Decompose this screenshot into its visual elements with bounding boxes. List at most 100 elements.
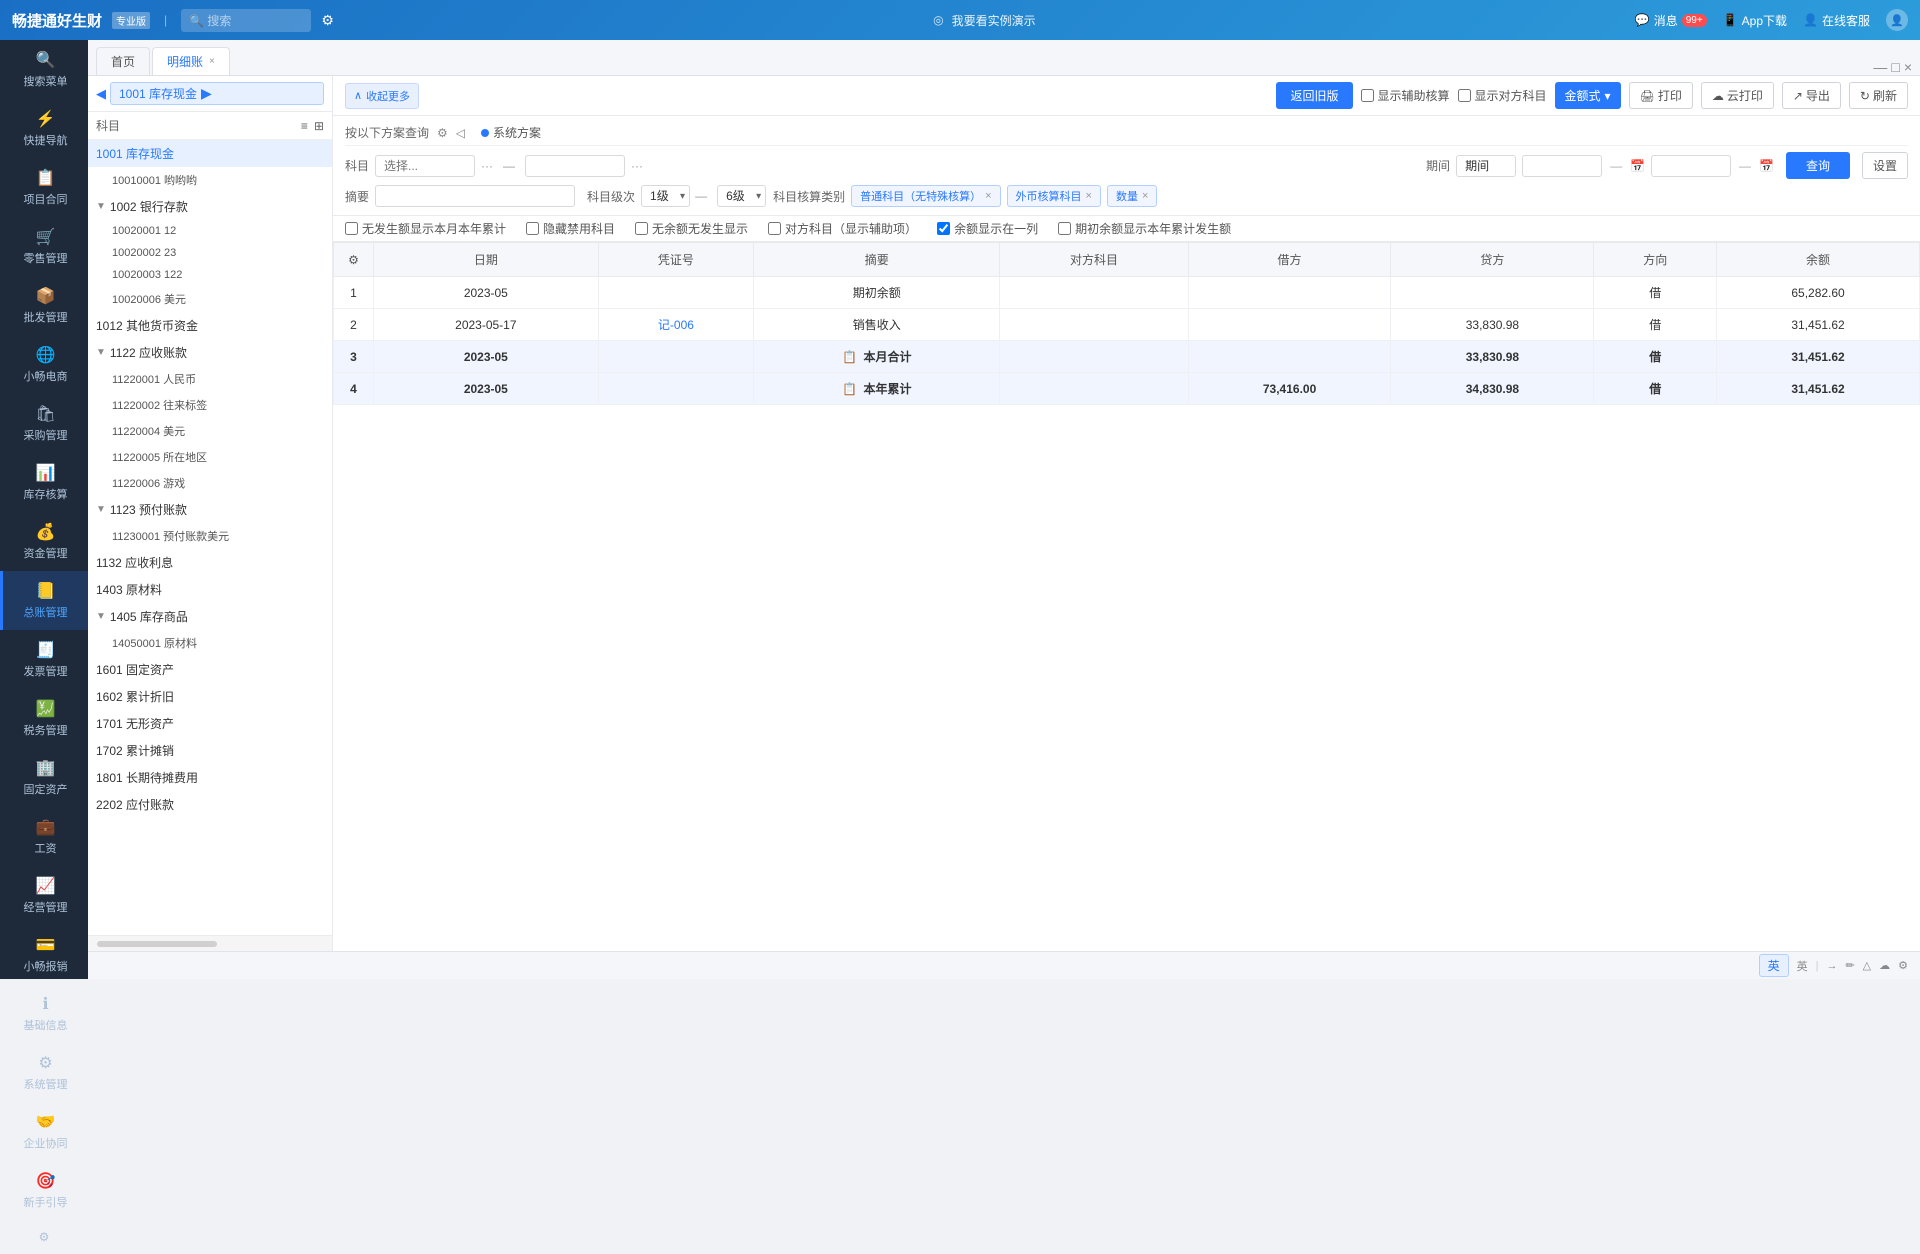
account-filter-input[interactable] [375,155,475,177]
cb-contra-input[interactable] [768,222,781,235]
filter-tag-normal-close[interactable]: × [985,190,991,202]
tree-node-1123[interactable]: ▼ 1123 预付账款 [88,496,332,523]
account-filter-more-icon[interactable]: ··· [481,159,493,173]
filter-tag-quantity-close[interactable]: × [1142,190,1148,202]
cb-balance-one-line-input[interactable] [937,222,950,235]
cb-contra[interactable]: 对方科目（显示辅助项） [768,220,917,237]
tree-node-10020006[interactable]: 10020006 美元 [88,286,332,312]
print-button[interactable]: 🖨 打印 [1629,82,1693,109]
expand-more-button[interactable]: ∧ 收起更多 [345,83,419,109]
tree-expand-icon[interactable]: ⊞ [314,119,324,133]
arrow-icon[interactable]: → [1826,960,1837,972]
tab-close-icon[interactable]: × [209,56,215,67]
settings-button[interactable]: 设置 [1862,152,1908,179]
sidebar-item-assets[interactable]: 🏢 固定资产 [0,748,88,807]
export-button[interactable]: ↗ 导出 [1782,82,1841,109]
sidebar-item-system[interactable]: ⚙ 系统管理 [0,1043,88,1102]
voucher-link-2[interactable]: 记-006 [658,318,694,332]
cloud-print-button[interactable]: ☁ 云打印 [1701,82,1774,109]
close-window-icon[interactable]: × [1904,59,1912,75]
tree-node-11220004[interactable]: 11220004 美元 [88,418,332,444]
tree-node-1403[interactable]: 1403 原材料 [88,576,332,603]
return-old-version-button[interactable]: 返回旧版 [1276,82,1352,109]
tree-node-11220001[interactable]: 11220001 人民币 [88,366,332,392]
cloud-icon[interactable]: ☁ [1879,959,1890,972]
query-collapse-icon[interactable]: ◁ [456,126,465,140]
sidebar-item-marketing[interactable]: 💳 小畅报销 [0,925,88,984]
cloud-sync-icon[interactable]: △ [1863,959,1871,972]
sidebar-item-operations[interactable]: 📈 经营管理 [0,866,88,925]
tree-node-1702[interactable]: 1702 累计摊销 [88,737,332,764]
filter-tag-foreign-close[interactable]: × [1086,190,1092,202]
cb-balance-one-line[interactable]: 余额显示在一列 [937,220,1038,237]
tree-node-1122[interactable]: ▼ 1122 应收账款 [88,339,332,366]
demo-link[interactable]: 我要看实例演示 [952,12,1036,29]
level-to-select[interactable]: 6级 [717,185,766,207]
sidebar-item-purchase[interactable]: 🛍 采购管理 [0,394,88,453]
tab-home[interactable]: 首页 [96,47,150,75]
table-settings-icon[interactable]: ⚙ [348,253,359,267]
sidebar-item-cooperation[interactable]: 🤝 企业协同 [0,1102,88,1161]
messages-button[interactable]: 💬 消息 99+ [1635,12,1707,29]
sidebar-item-invoice[interactable]: 🧾 发票管理 [0,630,88,689]
system-plan-label[interactable]: 系统方案 [493,124,541,141]
cb-no-balance-input[interactable] [635,222,648,235]
col-gear[interactable]: ⚙ [334,243,374,277]
translate-icon[interactable]: 英 [1759,954,1789,977]
sidebar-item-project[interactable]: 📋 项目合同 [0,158,88,217]
cell-voucher-2[interactable]: 记-006 [598,309,754,341]
tree-node-11220006[interactable]: 11220006 游戏 [88,470,332,496]
maximize-icon[interactable]: □ [1891,59,1899,75]
account-filter-input-end[interactable] [525,155,625,177]
show-contra-account-checkbox[interactable]: 显示对方科目 [1458,87,1547,104]
cb-hide-disabled[interactable]: 隐藏禁用科目 [526,220,615,237]
online-service-button[interactable]: 👤 在线客服 [1803,12,1870,29]
tree-node-11220005[interactable]: 11220005 所在地区 [88,444,332,470]
sidebar-item-wholesale[interactable]: 📦 批发管理 [0,276,88,335]
period-to-input[interactable]: 2023-05 [1651,155,1731,177]
selected-account-tag[interactable]: 1001 库存现金 ▶ [110,82,324,105]
refresh-button[interactable]: ↻ 刷新 [1849,82,1908,109]
sidebar-item-ecommerce[interactable]: 🌐 小畅电商 [0,335,88,394]
cb-initial-balance-input[interactable] [1058,222,1071,235]
search-input-area[interactable]: 🔍 搜索 [181,9,311,32]
tree-node-1132[interactable]: 1132 应收利息 [88,549,332,576]
summary-input[interactable] [375,185,575,207]
show-aux-accounting-checkbox[interactable]: 显示辅助核算 [1361,87,1450,104]
tree-node-1012[interactable]: 1012 其他货币资金 [88,312,332,339]
sidebar-item-search[interactable]: 🔍 搜索菜单 [0,40,88,99]
settings-icon-bottom[interactable]: ⚙ [1898,959,1908,972]
sidebar-item-retail[interactable]: 🛒 零售管理 [0,217,88,276]
sidebar-item-shortcut[interactable]: ⚡ 快捷导航 [0,99,88,158]
tree-node-11230001[interactable]: 11230001 预付账款美元 [88,523,332,549]
tree-list-icon[interactable]: ≡ [301,119,308,133]
query-button[interactable]: 查询 [1786,152,1850,179]
sidebar-item-payroll[interactable]: 💼 工资 [0,807,88,866]
sidebar-item-basic[interactable]: ℹ 基础信息 [0,984,88,1043]
cb-no-balance[interactable]: 无余额无发生显示 [635,220,748,237]
sidebar-item-inventory[interactable]: 📊 库存核算 [0,453,88,512]
tree-node-1002[interactable]: ▼ 1002 银行存款 [88,193,332,220]
cb-no-occurrence[interactable]: 无发生额显示本月本年累计 [345,220,506,237]
minimize-icon[interactable]: — [1873,59,1887,75]
sidebar-item-finance[interactable]: 💰 资金管理 [0,512,88,571]
tab-ledger-detail[interactable]: 明细账 × [152,47,230,75]
query-settings-icon[interactable]: ⚙ [437,126,448,140]
sidebar-settings[interactable]: ⚙ [0,1220,88,1254]
tree-node-10020001[interactable]: 10020001 12 [88,220,332,242]
account-filter-end-more[interactable]: ··· [631,159,643,173]
contra-account-input[interactable] [1458,89,1471,102]
user-avatar[interactable]: 👤 [1886,9,1908,31]
tree-node-1001[interactable]: 1001 库存现金 [88,140,332,167]
edit-icon[interactable]: ✏ [1845,959,1854,972]
aux-accounting-input[interactable] [1361,89,1374,102]
level-from-select[interactable]: 1级 [641,185,690,207]
tree-node-11220002[interactable]: 11220002 往来标签 [88,392,332,418]
cb-hide-disabled-input[interactable] [526,222,539,235]
period-type-select[interactable]: 期间 [1456,155,1516,177]
period-from-input[interactable]: 2023-05 [1522,155,1602,177]
tree-node-10020003[interactable]: 10020003 122 [88,264,332,286]
sidebar-item-ledger[interactable]: 📒 总账管理 [0,571,88,630]
amount-mode-button[interactable]: 金额式 ▾ [1555,82,1621,109]
tree-node-10020002[interactable]: 10020002 23 [88,242,332,264]
